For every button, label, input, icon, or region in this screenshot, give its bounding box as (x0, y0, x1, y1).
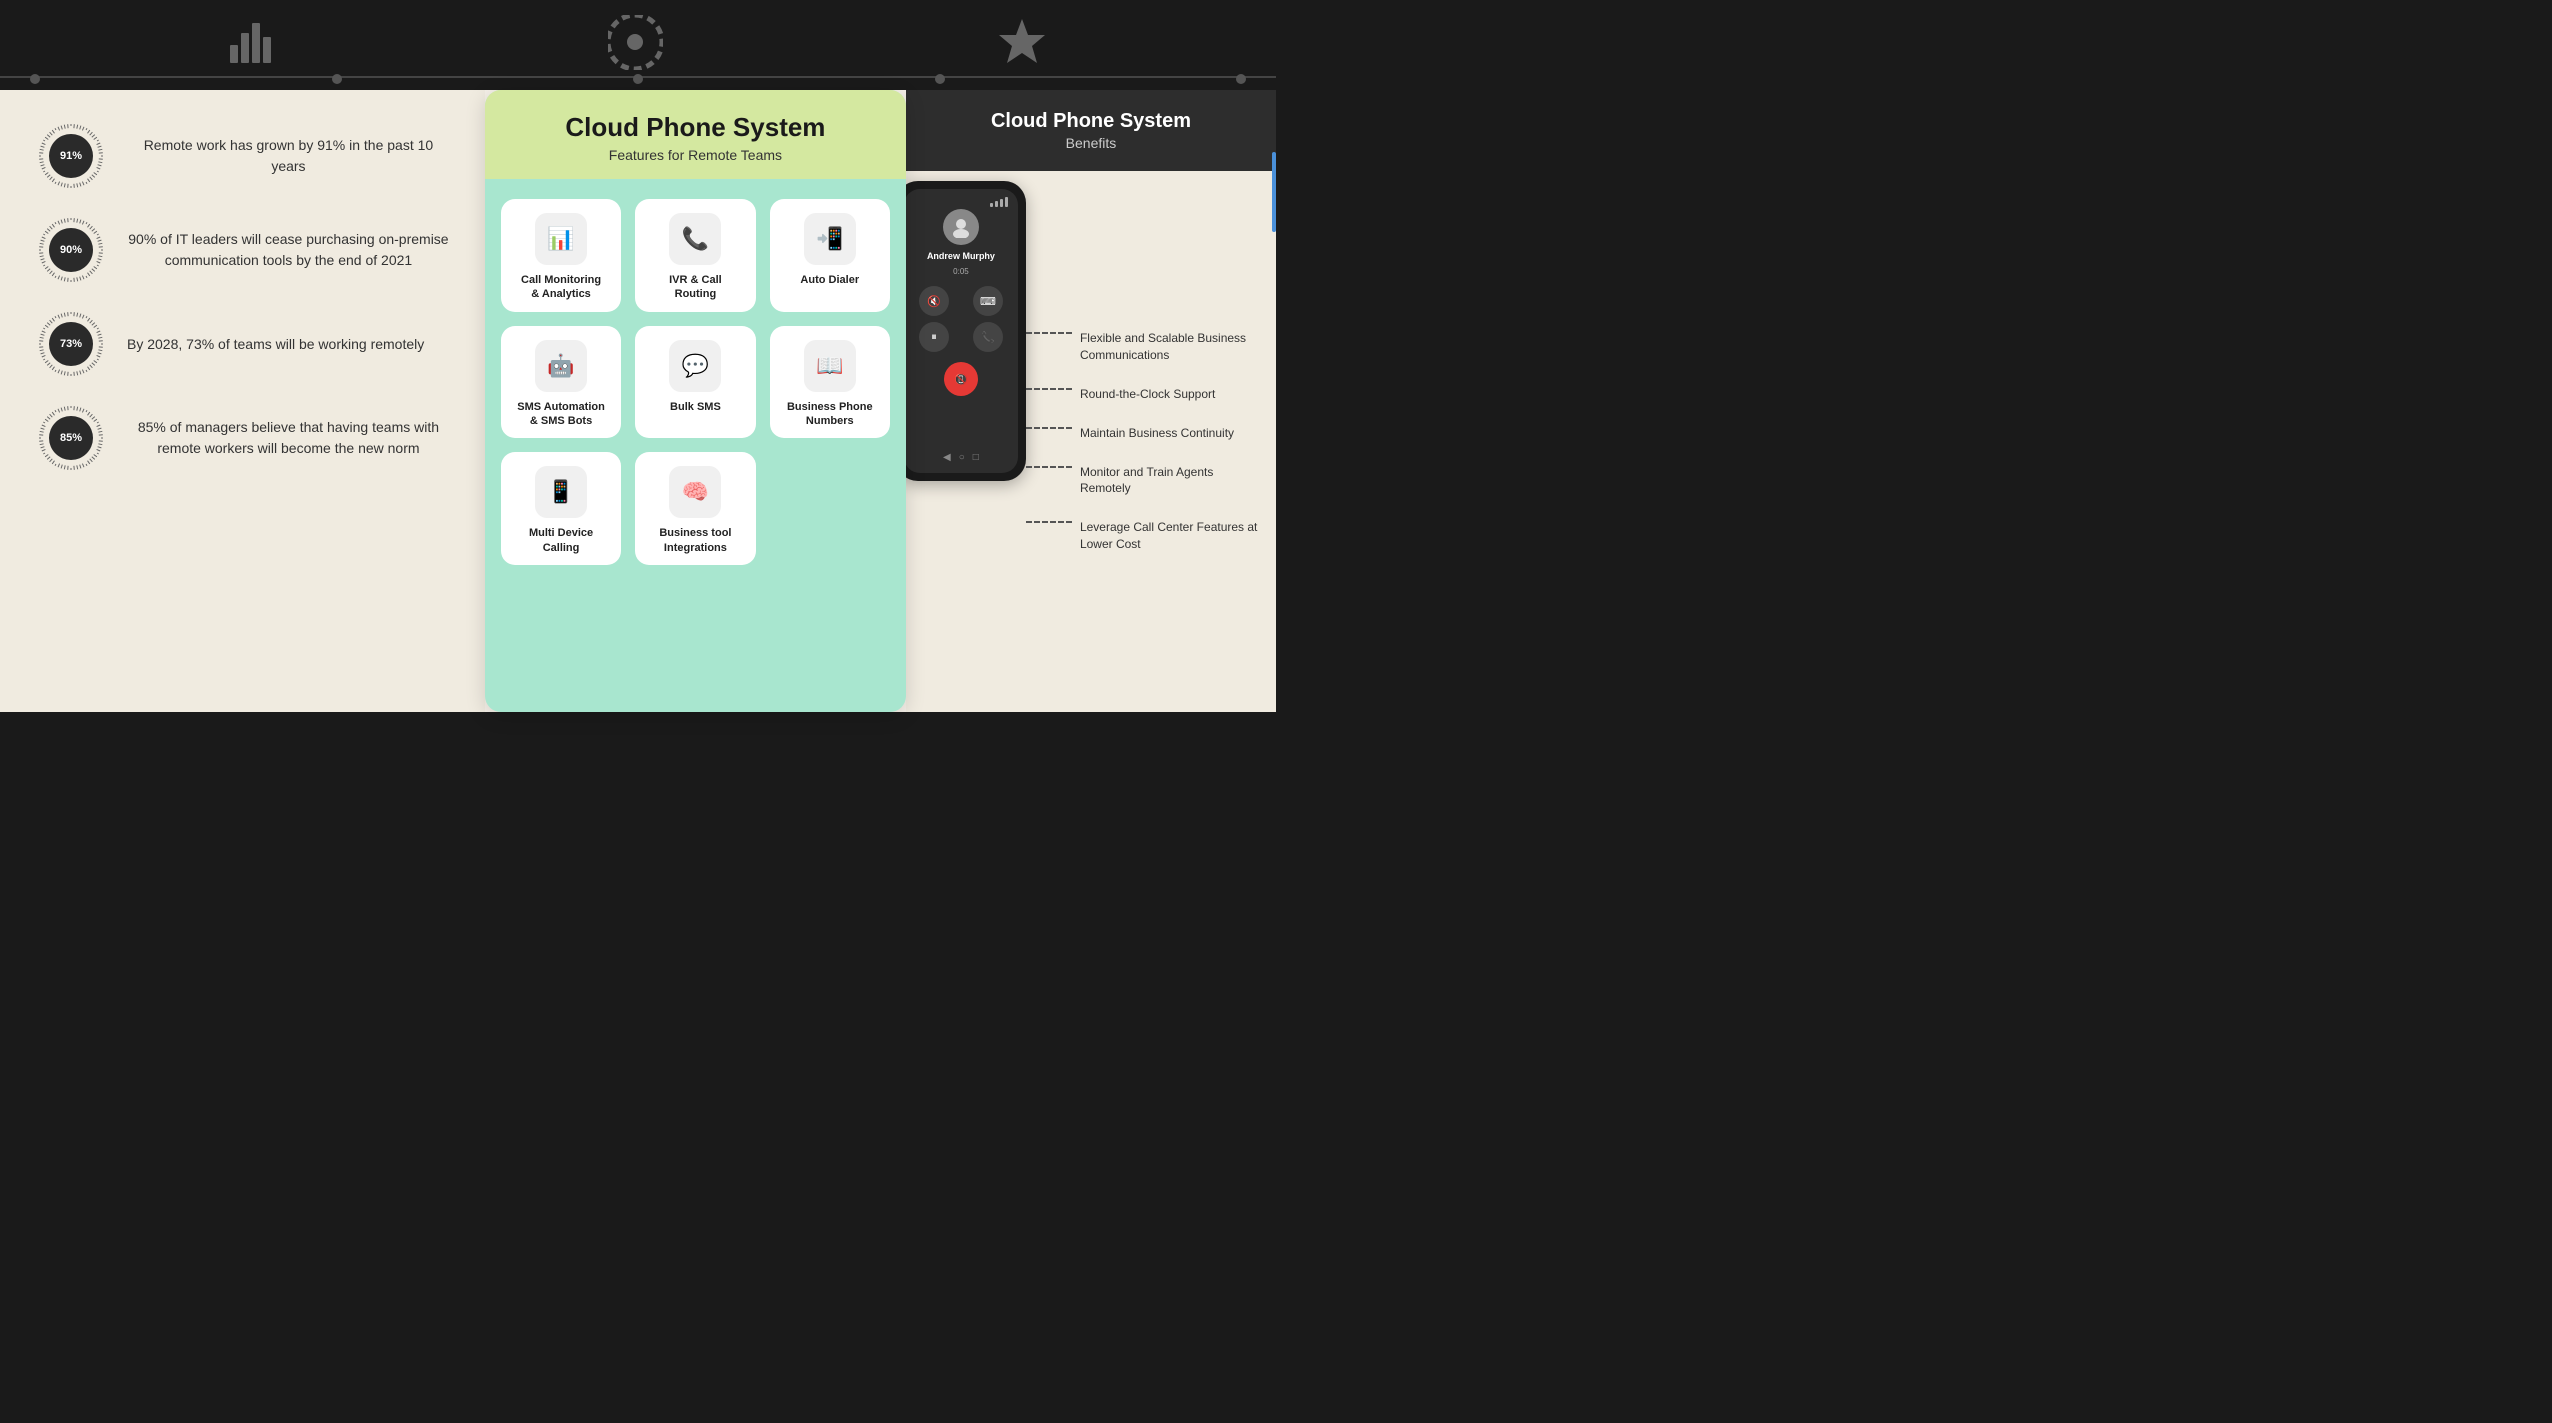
benefit-text: Monitor and Train Agents Remotely (1080, 464, 1260, 498)
avatar (943, 209, 979, 245)
dot-5 (1236, 74, 1246, 84)
stat-text: By 2028, 73% of teams will be working re… (127, 334, 424, 355)
gauge-circle: 90% (35, 214, 107, 286)
feature-icon: 🤖 (535, 340, 587, 392)
feature-icon: 🧠 (669, 466, 721, 518)
caller-name: Andrew Murphy (927, 251, 995, 261)
benefit-item: Maintain Business Continuity (1026, 425, 1260, 442)
benefit-dashes-icon (1026, 521, 1072, 523)
benefit-dashes-icon (1026, 388, 1072, 390)
star-icon (995, 15, 1050, 70)
right-header: Cloud Phone System Benefits (906, 90, 1276, 171)
feature-icon: 📖 (804, 340, 856, 392)
benefit-item: Round-the-Clock Support (1026, 386, 1260, 403)
center-title: Cloud Phone System (505, 112, 886, 143)
call-timer: 0:05 (953, 267, 969, 276)
gauge-circle: 73% (35, 308, 107, 380)
keypad-button[interactable]: ⌨ (973, 286, 1003, 316)
feature-icon: 💬 (669, 340, 721, 392)
feature-item: 📖 Business Phone Numbers (770, 326, 890, 439)
feature-item: 📱 Multi Device Calling (501, 452, 621, 565)
features-grid: 📊 Call Monitoring & Analytics 📞 IVR & Call … (485, 179, 906, 585)
stat-row: 90% 90% of IT leaders will cease purchas… (35, 214, 450, 286)
feature-label: Auto Dialer (800, 273, 859, 287)
feature-label: SMS Automation & SMS Bots (517, 400, 605, 429)
benefit-item: Leverage Call Center Features at Lower C… (1026, 519, 1260, 553)
benefit-item: Monitor and Train Agents Remotely (1026, 464, 1260, 498)
stat-row: 91% Remote work has grown by 91% in the … (35, 120, 450, 192)
gauge-percent: 73% (49, 322, 93, 366)
feature-label: Call Monitoring & Analytics (521, 273, 601, 302)
center-panel: Cloud Phone System Features for Remote T… (485, 90, 906, 712)
stat-row: 85% 85% of managers believe that having … (35, 402, 450, 474)
call-buttons: 🔇 ⌨ ⏸ 📞 📵 (910, 286, 1012, 396)
transfer-button[interactable]: 📞 (973, 322, 1003, 352)
gauge-circle: 85% (35, 402, 107, 474)
center-header: Cloud Phone System Features for Remote T… (485, 90, 906, 179)
end-call-button[interactable]: 📵 (944, 362, 978, 396)
right-body: Andrew Murphy 0:05 🔇 ⌨ ⏸ 📞 📵 ◀○□ (906, 171, 1276, 712)
gauge-percent: 90% (49, 228, 93, 272)
benefit-text: Leverage Call Center Features at Lower C… (1080, 519, 1260, 553)
feature-item: 🤖 SMS Automation & SMS Bots (501, 326, 621, 439)
mute-button[interactable]: 🔇 (919, 286, 949, 316)
benefit-item: Flexible and Scalable Business Communica… (1026, 330, 1260, 364)
phone-nav: ◀○□ (943, 452, 979, 463)
feature-item: 💬 Bulk SMS (635, 326, 755, 439)
stat-row: 73% By 2028, 73% of teams will be workin… (35, 308, 450, 380)
dot-1 (30, 74, 40, 84)
left-panel: 91% Remote work has grown by 91% in the … (0, 90, 485, 712)
feature-item: 🧠 Business tool Integrations (635, 452, 755, 565)
hold-button[interactable]: ⏸ (919, 322, 949, 352)
benefit-text: Round-the-Clock Support (1080, 386, 1215, 403)
right-subtitle: Benefits (930, 135, 1252, 151)
benefit-text: Flexible and Scalable Business Communica… (1080, 330, 1260, 364)
right-title: Cloud Phone System (930, 110, 1252, 133)
center-subtitle: Features for Remote Teams (505, 147, 886, 163)
feature-label: IVR & Call Routing (669, 273, 722, 302)
dot-2 (332, 74, 342, 84)
benefit-dashes-icon (1026, 427, 1072, 429)
feature-label: Bulk SMS (670, 400, 721, 414)
stat-text: 90% of IT leaders will cease purchasing … (127, 229, 450, 271)
top-bar (0, 0, 1276, 90)
feature-label: Multi Device Calling (529, 526, 593, 555)
signal-icon (990, 197, 1008, 207)
dot-3 (633, 74, 643, 84)
gauge-percent: 85% (49, 416, 93, 460)
feature-item: 📊 Call Monitoring & Analytics (501, 199, 621, 312)
feature-icon: 📞 (669, 213, 721, 265)
main-content: 91% Remote work has grown by 91% in the … (0, 90, 1276, 712)
feature-icon: 📲 (804, 213, 856, 265)
gear-icon (608, 15, 663, 70)
stat-text: 85% of managers believe that having team… (127, 417, 450, 459)
feature-icon: 📊 (535, 213, 587, 265)
stat-text: Remote work has grown by 91% in the past… (127, 135, 450, 177)
top-icons (0, 15, 1276, 70)
benefit-dashes-icon (1026, 332, 1072, 334)
benefit-dashes-icon (1026, 466, 1072, 468)
gauge-percent: 91% (49, 134, 93, 178)
gauge-circle: 91% (35, 120, 107, 192)
feature-label: Business tool Integrations (659, 526, 731, 555)
right-panel: Cloud Phone System Benefits (906, 90, 1276, 712)
dot-4 (935, 74, 945, 84)
feature-label: Business Phone Numbers (787, 400, 873, 429)
feature-item: 📲 Auto Dialer (770, 199, 890, 312)
bar-chart-icon (226, 15, 276, 70)
feature-icon: 📱 (535, 466, 587, 518)
feature-item: 📞 IVR & Call Routing (635, 199, 755, 312)
phone-mockup: Andrew Murphy 0:05 🔇 ⌨ ⏸ 📞 📵 ◀○□ (906, 181, 1036, 491)
benefit-text: Maintain Business Continuity (1080, 425, 1234, 442)
